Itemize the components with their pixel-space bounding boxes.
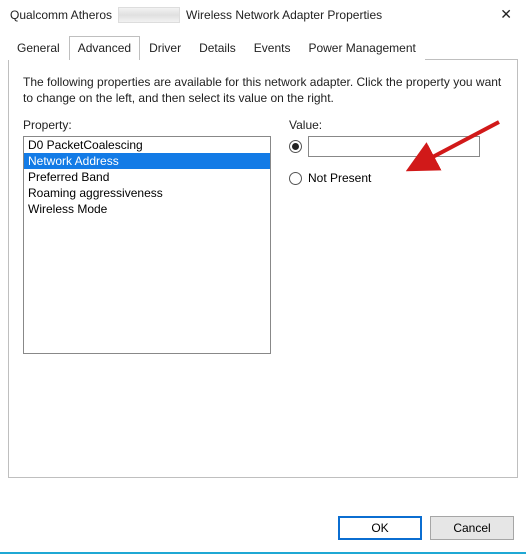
- value-input[interactable]: [308, 136, 480, 157]
- ok-button[interactable]: OK: [338, 516, 422, 540]
- list-item[interactable]: Network Address: [24, 153, 270, 169]
- window-title-prefix: Qualcomm Atheros: [10, 8, 112, 22]
- radio-not-present[interactable]: [289, 172, 302, 185]
- tab-details[interactable]: Details: [190, 36, 245, 60]
- property-column: Property: D0 PacketCoalescingNetwork Add…: [23, 118, 271, 354]
- list-item[interactable]: Roaming aggressiveness: [24, 185, 270, 201]
- list-item[interactable]: D0 PacketCoalescing: [24, 137, 270, 153]
- tabpage-advanced: The following properties are available f…: [8, 60, 518, 478]
- value-radio-row: [289, 136, 503, 157]
- columns: Property: D0 PacketCoalescingNetwork Add…: [23, 118, 503, 354]
- window-title: Qualcomm Atheros Wireless Network Adapte…: [10, 7, 382, 23]
- list-item[interactable]: Wireless Mode: [24, 201, 270, 217]
- property-listbox[interactable]: D0 PacketCoalescingNetwork AddressPrefer…: [23, 136, 271, 354]
- not-present-radio-row: Not Present: [289, 171, 503, 185]
- titlebar: Qualcomm Atheros Wireless Network Adapte…: [0, 0, 526, 29]
- close-icon[interactable]: ✕: [496, 6, 516, 23]
- tab-general[interactable]: General: [8, 36, 69, 60]
- tabstrip: General Advanced Driver Details Events P…: [8, 35, 518, 60]
- buttonbar: OK Cancel: [338, 516, 514, 540]
- tab-events[interactable]: Events: [245, 36, 300, 60]
- property-label: Property:: [23, 118, 271, 132]
- tab-power-management[interactable]: Power Management: [299, 36, 424, 60]
- intro-text: The following properties are available f…: [23, 74, 503, 106]
- value-column: Value: Not Present: [289, 118, 503, 354]
- redacted-model: [118, 7, 180, 23]
- radio-value[interactable]: [289, 140, 302, 153]
- cancel-button[interactable]: Cancel: [430, 516, 514, 540]
- not-present-label: Not Present: [308, 171, 371, 185]
- value-label: Value:: [289, 118, 503, 132]
- tab-advanced[interactable]: Advanced: [69, 36, 140, 60]
- tab-driver[interactable]: Driver: [140, 36, 190, 60]
- list-item[interactable]: Preferred Band: [24, 169, 270, 185]
- window-title-suffix: Wireless Network Adapter Properties: [186, 8, 382, 22]
